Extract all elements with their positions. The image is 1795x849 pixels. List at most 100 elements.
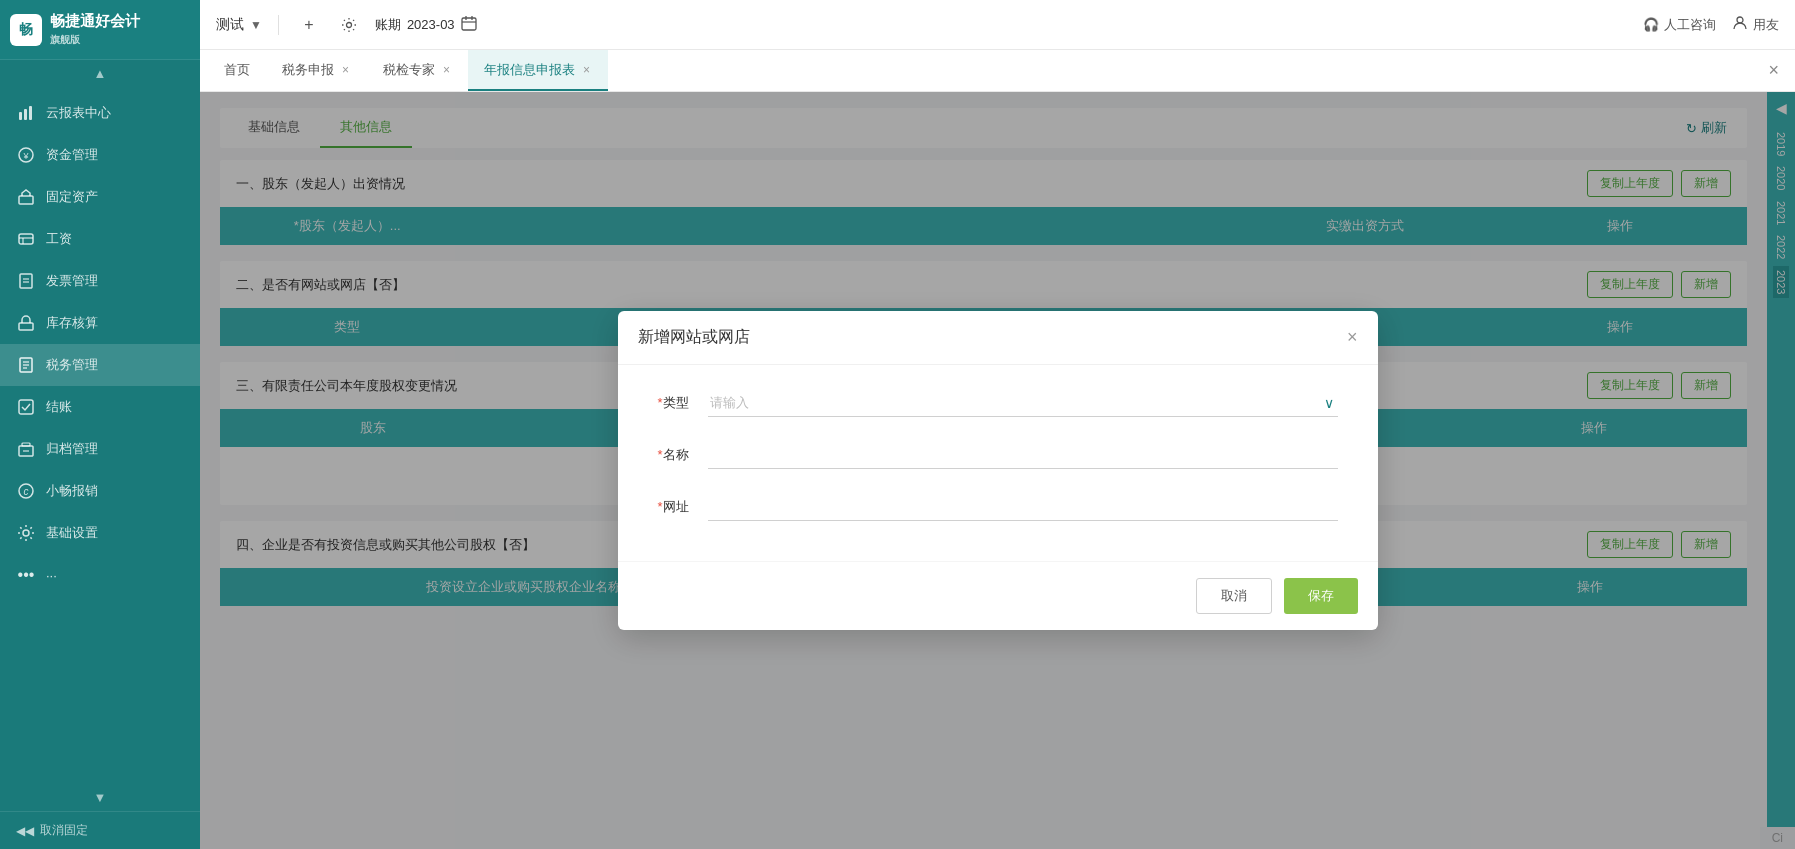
sidebar-label-archive: 归档管理 bbox=[46, 440, 98, 458]
company-selector[interactable]: 测试 ▼ bbox=[216, 16, 262, 34]
sidebar-item-invoice[interactable]: 发票管理 bbox=[0, 260, 200, 302]
sidebar-item-basic-settings[interactable]: 基础设置 bbox=[0, 512, 200, 554]
sidebar-item-inventory[interactable]: 库存核算 bbox=[0, 302, 200, 344]
content-area: 基础信息 其他信息 ↻ 刷新 一、股东（发起人）出资情况 复制 bbox=[200, 92, 1795, 849]
url-label: *网址 bbox=[658, 498, 708, 516]
sidebar-label-payroll: 工资 bbox=[46, 230, 72, 248]
type-required-mark: * bbox=[658, 395, 663, 410]
tab-tax-report[interactable]: 税务申报 × bbox=[266, 50, 367, 91]
sidebar-scroll-down[interactable]: ▼ bbox=[0, 784, 200, 811]
tab-tax-report-label: 税务申报 bbox=[282, 61, 334, 79]
tab-tax-report-close[interactable]: × bbox=[340, 61, 351, 79]
sidebar-label-fund: 资金管理 bbox=[46, 146, 98, 164]
app-logo: 畅 bbox=[10, 14, 42, 46]
settings-btn[interactable] bbox=[335, 11, 363, 39]
modal-body: *类型 ∨ *名称 bbox=[618, 365, 1378, 561]
svg-rect-0 bbox=[19, 112, 22, 120]
url-input-wrap bbox=[708, 493, 1338, 521]
sidebar-item-payroll[interactable]: 工资 bbox=[0, 218, 200, 260]
tab-tax-inspection-label: 税检专家 bbox=[383, 61, 435, 79]
form-item-url: *网址 bbox=[658, 493, 1338, 521]
form-item-name: *名称 bbox=[658, 441, 1338, 469]
period-info: 账期 2023-03 bbox=[375, 15, 477, 34]
accounting-icon bbox=[16, 397, 36, 417]
invoice-icon bbox=[16, 271, 36, 291]
svg-rect-5 bbox=[19, 196, 33, 204]
svg-rect-25 bbox=[462, 18, 476, 30]
fund-icon: ¥ bbox=[16, 145, 36, 165]
tax-icon bbox=[16, 355, 36, 375]
user-icon bbox=[1732, 15, 1748, 34]
tab-tax-inspection-close[interactable]: × bbox=[441, 61, 452, 79]
more-icon: ••• bbox=[16, 565, 36, 585]
app-name: 畅捷通好会计 bbox=[50, 12, 140, 31]
company-arrow-icon: ▼ bbox=[250, 18, 262, 32]
sidebar-header: 畅 畅捷通好会计 旗舰版 bbox=[0, 0, 200, 60]
service-label: 人工咨询 bbox=[1664, 16, 1716, 34]
sidebar-label-settings: 基础设置 bbox=[46, 524, 98, 542]
main-area: 测试 ▼ + 账期 2023-03 🎧 人工咨询 bbox=[200, 0, 1795, 849]
sidebar-cancel-fixed[interactable]: ◀◀ 取消固定 bbox=[0, 811, 200, 849]
user-label: 用友 bbox=[1753, 16, 1779, 34]
svg-point-23 bbox=[23, 530, 29, 536]
service-btn[interactable]: 🎧 人工咨询 bbox=[1643, 16, 1716, 34]
headset-icon: 🎧 bbox=[1643, 17, 1659, 32]
app-sub: 旗舰版 bbox=[50, 33, 140, 47]
sidebar-label-fixed-assets: 固定资产 bbox=[46, 188, 98, 206]
cancel-btn[interactable]: 取消 bbox=[1196, 578, 1272, 614]
svg-point-24 bbox=[346, 22, 351, 27]
modal-close-btn[interactable]: × bbox=[1347, 327, 1358, 348]
sidebar-item-more[interactable]: ••• ··· bbox=[0, 554, 200, 596]
sidebar-item-tax[interactable]: 税务管理 bbox=[0, 344, 200, 386]
sidebar-item-fund[interactable]: ¥ 资金管理 bbox=[0, 134, 200, 176]
svg-rect-9 bbox=[20, 274, 32, 288]
modal-header: 新增网站或网店 × bbox=[618, 311, 1378, 365]
tab-home[interactable]: 首页 bbox=[208, 50, 266, 91]
svg-rect-12 bbox=[19, 323, 33, 330]
sidebar-label-xiaochang: 小畅报销 bbox=[46, 482, 98, 500]
user-btn[interactable]: 用友 bbox=[1732, 15, 1779, 34]
settings-icon bbox=[16, 523, 36, 543]
url-input[interactable] bbox=[708, 493, 1338, 521]
modal-footer: 取消 保存 bbox=[618, 561, 1378, 630]
period-label: 账期 bbox=[375, 16, 401, 34]
sidebar-scroll-up[interactable]: ▲ bbox=[0, 60, 200, 87]
svg-point-29 bbox=[1737, 17, 1743, 23]
form-item-type: *类型 ∨ bbox=[658, 389, 1338, 417]
sidebar: 畅 畅捷通好会计 旗舰版 ▲ 云报表中心 ¥ 资金管理 bbox=[0, 0, 200, 849]
name-input-wrap bbox=[708, 441, 1338, 469]
tab-annual-report[interactable]: 年报信息申报表 × bbox=[468, 50, 608, 91]
svg-rect-2 bbox=[29, 106, 32, 120]
svg-text:¥: ¥ bbox=[22, 151, 29, 161]
period-value: 2023-03 bbox=[407, 17, 455, 32]
fixed-assets-icon bbox=[16, 187, 36, 207]
name-required-mark: * bbox=[658, 447, 663, 462]
tab-annual-report-close[interactable]: × bbox=[581, 61, 592, 79]
sidebar-label-cloud-report: 云报表中心 bbox=[46, 104, 111, 122]
sidebar-item-fixed-assets[interactable]: 固定资产 bbox=[0, 176, 200, 218]
topbar: 测试 ▼ + 账期 2023-03 🎧 人工咨询 bbox=[200, 0, 1795, 50]
cancel-fixed-arrow: ◀◀ bbox=[16, 824, 34, 838]
sidebar-label-more: ··· bbox=[46, 568, 57, 583]
name-input[interactable] bbox=[708, 441, 1338, 469]
sidebar-item-cloud-report[interactable]: 云报表中心 bbox=[0, 92, 200, 134]
sidebar-item-archive[interactable]: 归档管理 bbox=[0, 428, 200, 470]
save-btn[interactable]: 保存 bbox=[1284, 578, 1358, 614]
calendar-icon[interactable] bbox=[461, 15, 477, 34]
type-input-wrap: ∨ bbox=[708, 389, 1338, 417]
window-close-btn[interactable]: × bbox=[1760, 50, 1787, 91]
sidebar-item-accounting[interactable]: 结账 bbox=[0, 386, 200, 428]
url-required-mark: * bbox=[658, 499, 663, 514]
add-button[interactable]: + bbox=[295, 11, 323, 39]
company-name: 测试 bbox=[216, 16, 244, 34]
sidebar-label-invoice: 发票管理 bbox=[46, 272, 98, 290]
svg-text:c: c bbox=[24, 486, 29, 497]
topbar-divider1 bbox=[278, 15, 279, 35]
topbar-right: 🎧 人工咨询 用友 bbox=[1643, 15, 1779, 34]
xiaochang-icon: c bbox=[16, 481, 36, 501]
type-input[interactable] bbox=[708, 389, 1338, 417]
sidebar-label-tax: 税务管理 bbox=[46, 356, 98, 374]
sidebar-item-xiaochang[interactable]: c 小畅报销 bbox=[0, 470, 200, 512]
tab-tax-inspection[interactable]: 税检专家 × bbox=[367, 50, 468, 91]
modal-title: 新增网站或网店 bbox=[638, 327, 750, 348]
